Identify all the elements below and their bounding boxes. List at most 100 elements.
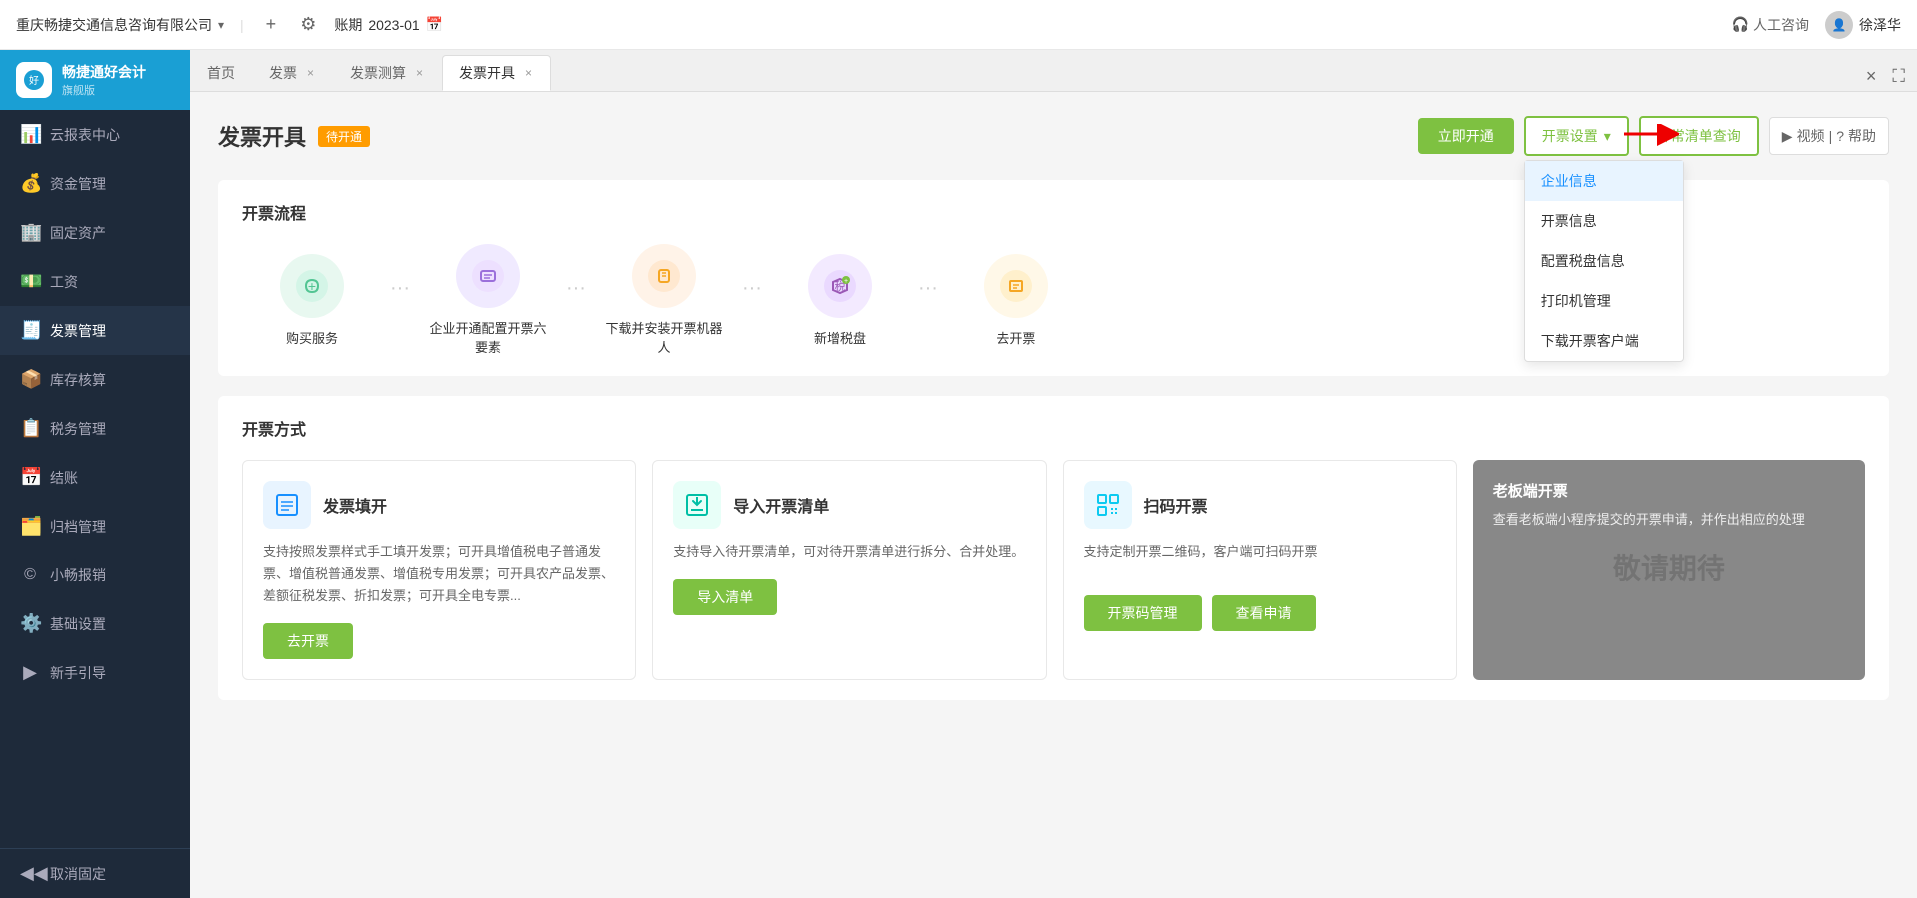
- page-actions: 立即开通 开票设置 ▾ 企业信息 开票信息 配置税盘信息 打印机管理 下载开票: [1418, 116, 1889, 156]
- flow-step-5: 去开票: [946, 254, 1086, 347]
- sidebar-item-shuiwu[interactable]: 📋 税务管理: [0, 404, 190, 453]
- invoice-settings-button[interactable]: 开票设置 ▾: [1524, 116, 1629, 156]
- step5-label: 去开票: [996, 328, 1035, 347]
- top-bar-right: 🎧 人工咨询 👤 徐泽华: [1732, 11, 1901, 39]
- company-selector[interactable]: 重庆畅捷交通信息咨询有限公司 ▾: [16, 15, 224, 35]
- sidebar-item-xiaochang[interactable]: © 小畅报销: [0, 551, 190, 599]
- tab-fapiao[interactable]: 发票 ×: [252, 55, 333, 91]
- settings-label: 开票设置: [1542, 126, 1598, 146]
- yunbao-icon: 📊: [20, 124, 40, 145]
- dropdown-item-invoice-info[interactable]: 开票信息: [1525, 201, 1683, 241]
- flow-step-1: + 购买服务: [242, 254, 382, 347]
- scan-card-title: 扫码开票: [1144, 493, 1208, 517]
- fill-card-title: 发票填开: [323, 493, 387, 517]
- sidebar-item-label: 新手引导: [50, 663, 106, 683]
- red-arrow-indicator: [1619, 124, 1679, 157]
- sidebar-logo: 好 畅捷通好会计 旗舰版: [0, 50, 190, 110]
- import-card-title: 导入开票清单: [733, 493, 829, 517]
- connector3: ···: [742, 277, 762, 324]
- dropdown-item-printer[interactable]: 打印机管理: [1525, 281, 1683, 321]
- tab-home[interactable]: 首页: [190, 55, 252, 91]
- boss-card-desc: 查看老板端小程序提交的开票申请，并作出相应的处理: [1493, 509, 1845, 531]
- svg-text:好: 好: [29, 75, 39, 87]
- sidebar-item-label: 库存核算: [50, 370, 106, 390]
- sidebar: 好 畅捷通好会计 旗舰版 📊 云报表中心 💰 资金管理 🏢 固定资产 💵 工资 …: [0, 50, 190, 898]
- top-bar: 重庆畅捷交通信息咨询有限公司 ▾ | + ⚙ 账期 2023-01 📅 🎧 人工…: [0, 0, 1917, 50]
- step3-label: 下载并安装开票机器人: [604, 318, 724, 356]
- import-list-button[interactable]: 导入清单: [673, 579, 777, 615]
- import-invoice-icon: [673, 481, 721, 529]
- method-card-import: 导入开票清单 支持导入待开票清单，可对待开票清单进行拆分、合并处理。 导入清单: [652, 460, 1046, 680]
- tab-bar-actions: × ⛶: [1854, 62, 1917, 91]
- dropdown-item-download-client[interactable]: 下载开票客户端: [1525, 321, 1683, 361]
- tab-close-fapiao[interactable]: ×: [305, 64, 316, 82]
- logo-sub-text: 旗舰版: [62, 82, 146, 98]
- jiezhang-icon: 📅: [20, 467, 40, 488]
- logo-main-text: 畅捷通好会计: [62, 62, 146, 82]
- sidebar-item-jiezhang[interactable]: 📅 结账: [0, 453, 190, 502]
- flow-step-4: 税 + 新增税盘: [770, 254, 910, 347]
- calendar-icon[interactable]: 📅: [426, 16, 443, 33]
- fill-invoice-icon: [263, 481, 311, 529]
- sidebar-item-label: 取消固定: [50, 864, 106, 884]
- step1-label: 购买服务: [286, 328, 338, 347]
- tab-fapiaocesuan[interactable]: 发票测算 ×: [333, 55, 442, 91]
- sidebar-item-kucun[interactable]: 📦 库存核算: [0, 355, 190, 404]
- sidebar-item-label: 云报表中心: [50, 125, 120, 145]
- dropdown-item-company-info[interactable]: 企业信息: [1525, 161, 1683, 201]
- main-layout: 好 畅捷通好会计 旗舰版 📊 云报表中心 💰 资金管理 🏢 固定资产 💵 工资 …: [0, 50, 1917, 898]
- consulting-button[interactable]: 🎧 人工咨询: [1732, 15, 1809, 35]
- settings-dropdown-container: 开票设置 ▾ 企业信息 开票信息 配置税盘信息 打印机管理 下载开票客户端: [1524, 116, 1629, 156]
- sidebar-item-gongzi[interactable]: 💵 工资: [0, 257, 190, 306]
- add-company-btn[interactable]: +: [260, 10, 283, 39]
- divider1: |: [240, 17, 244, 33]
- step4-label: 新增税盘: [814, 328, 866, 347]
- play-circle-icon: ▶: [1782, 128, 1793, 145]
- video-help-button[interactable]: ▶ 视频 | ? 帮助: [1769, 117, 1889, 155]
- qrcode-manage-button[interactable]: 开票码管理: [1084, 595, 1202, 631]
- fill-card-desc: 支持按照发票样式手工填开发票；可开具增值税电子普通发票、增值税普通发票、增值税专…: [263, 541, 615, 607]
- sidebar-item-label: 工资: [50, 272, 78, 292]
- sidebar-bottom: ◀◀ 取消固定: [0, 848, 190, 898]
- step1-icon: +: [280, 254, 344, 318]
- sidebar-item-yunbao[interactable]: 📊 云报表中心: [0, 110, 190, 159]
- sidebar-item-label: 固定资产: [50, 223, 106, 243]
- sidebar-item-jichu[interactable]: ⚙️ 基础设置: [0, 599, 190, 648]
- company-name: 重庆畅捷交通信息咨询有限公司: [16, 15, 212, 35]
- sidebar-item-xinshou[interactable]: ▶ 新手引导: [0, 648, 190, 697]
- headset-icon: 🎧: [1732, 16, 1749, 33]
- method-card-fill: 发票填开 支持按照发票样式手工填开发票；可开具增值税电子普通发票、增值税普通发票…: [242, 460, 636, 680]
- sidebar-item-quxiao[interactable]: ◀◀ 取消固定: [0, 849, 190, 898]
- method-card-scan: 扫码开票 支持定制开票二维码，客户端可扫码开票 开票码管理 查看申请: [1063, 460, 1457, 680]
- method-card-boss: 老板端开票 查看老板端小程序提交的开票申请，并作出相应的处理 敬请期待: [1473, 460, 1865, 680]
- sidebar-item-fapiao[interactable]: 🧾 发票管理: [0, 306, 190, 355]
- import-card-desc: 支持导入待开票清单，可对待开票清单进行拆分、合并处理。: [673, 541, 1025, 563]
- user-info[interactable]: 👤 徐泽华: [1825, 11, 1901, 39]
- settings-icon[interactable]: ⚙: [294, 10, 322, 39]
- tab-close-cesuan[interactable]: ×: [414, 64, 425, 82]
- sidebar-item-label: 结账: [50, 468, 78, 488]
- tab-expand-icon[interactable]: ⛶: [1888, 62, 1909, 91]
- page-title: 发票开具: [218, 120, 306, 152]
- sidebar-item-guidang[interactable]: 🗂️ 归档管理: [0, 502, 190, 551]
- gongzi-icon: 💵: [20, 271, 40, 292]
- avatar: 👤: [1825, 11, 1853, 39]
- tab-close-kaichu[interactable]: ×: [523, 64, 534, 82]
- period-label: 账期 2023-01 📅: [334, 15, 443, 35]
- xiaochang-icon: ©: [20, 566, 40, 584]
- tab-fapiaokaichu[interactable]: 发票开具 ×: [442, 55, 551, 91]
- sidebar-item-gudingzichan[interactable]: 🏢 固定资产: [0, 208, 190, 257]
- sidebar-item-label: 资金管理: [50, 174, 106, 194]
- flow-step-3: 下载并安装开票机器人: [594, 244, 734, 356]
- tab-close-all-icon[interactable]: ×: [1862, 62, 1881, 91]
- fill-invoice-button[interactable]: 去开票: [263, 623, 353, 659]
- sidebar-item-zijin[interactable]: 💰 资金管理: [0, 159, 190, 208]
- view-apply-button[interactable]: 查看申请: [1212, 595, 1316, 631]
- immediate-open-button[interactable]: 立即开通: [1418, 118, 1514, 154]
- scan-card-desc: 支持定制开票二维码，客户端可扫码开票: [1084, 541, 1436, 563]
- dropdown-item-taxdisk[interactable]: 配置税盘信息: [1525, 241, 1683, 281]
- flow-step-2: 企业开通配置开票六要素: [418, 244, 558, 356]
- svg-text:+: +: [844, 278, 848, 285]
- tab-bar: 首页 发票 × 发票测算 × 发票开具 × × ⛶: [190, 50, 1917, 92]
- jichu-icon: ⚙️: [20, 613, 40, 634]
